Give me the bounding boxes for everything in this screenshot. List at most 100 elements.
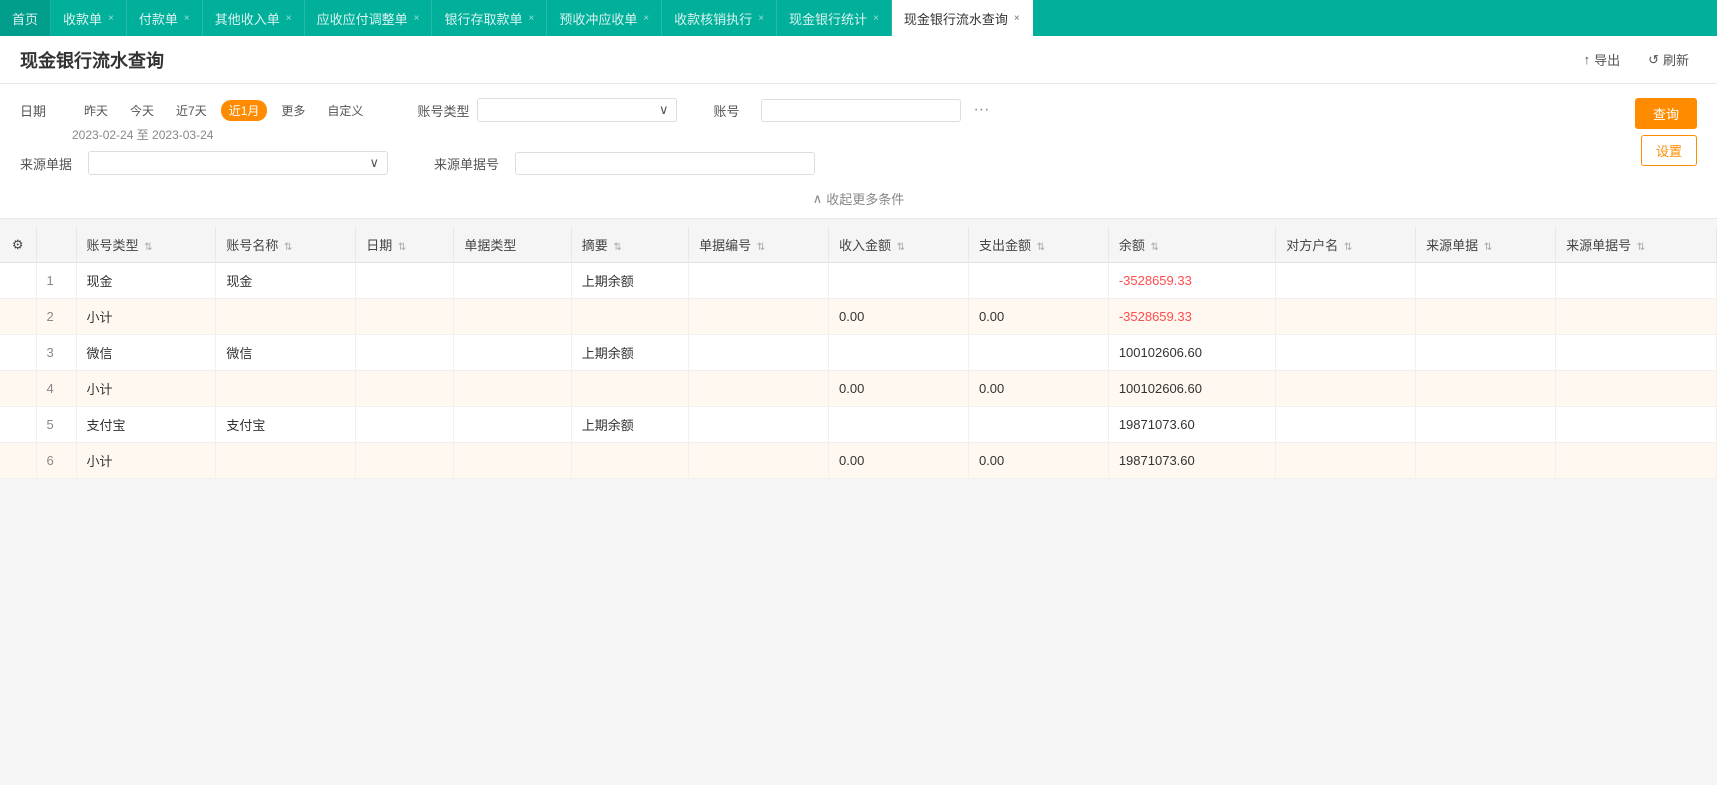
gear-cell: [0, 335, 36, 371]
expense-cell: 0.00: [968, 443, 1108, 479]
close-tab-icon[interactable]: ×: [873, 13, 879, 24]
filter-row-1: 日期 昨天今天近7天近1月更多自定义 账号类型 ∨ 账号 ···: [20, 98, 1615, 122]
export-button[interactable]: ↑ 导出: [1576, 46, 1629, 73]
account-type-select[interactable]: ∨: [477, 98, 677, 122]
nav-tab-预收冲应收单[interactable]: 预收冲应收单×: [547, 0, 662, 36]
source-doc-num-cell: [1556, 407, 1717, 443]
summary-cell: [571, 371, 688, 407]
close-tab-icon[interactable]: ×: [528, 13, 534, 24]
nav-tab-收款单[interactable]: 收款单×: [51, 0, 127, 36]
account-dots-icon[interactable]: ···: [973, 101, 989, 119]
date-option-近1月[interactable]: 近1月: [221, 100, 268, 121]
num-cell: 4: [36, 371, 76, 407]
date-cell: [356, 335, 454, 371]
account-type-cell: 小计: [76, 443, 216, 479]
close-tab-icon[interactable]: ×: [414, 13, 420, 24]
collapse-bar[interactable]: ∧ 收起更多条件: [20, 189, 1697, 208]
nav-tab-银行存取款单[interactable]: 银行存取款单×: [432, 0, 547, 36]
account-name-cell: [216, 443, 356, 479]
account-label: 账号: [713, 101, 753, 120]
balance-cell: 100102606.60: [1108, 335, 1275, 371]
col-date-header[interactable]: 日期 ⇅: [356, 227, 454, 263]
doc-type-cell: [454, 407, 571, 443]
date-cell: [356, 299, 454, 335]
sort-icon: ⇅: [897, 242, 905, 253]
collapse-up-icon: ∧: [813, 191, 823, 207]
close-tab-icon[interactable]: ×: [108, 13, 114, 24]
source-doc-num-cell: [1556, 371, 1717, 407]
balance-cell: -3528659.33: [1108, 299, 1275, 335]
nav-tab-付款单[interactable]: 付款单×: [127, 0, 203, 36]
table-row: 2小计0.000.00-3528659.33: [0, 299, 1717, 335]
refresh-button[interactable]: ↺ 刷新: [1640, 46, 1697, 73]
sort-icon: ⇅: [1637, 242, 1645, 253]
source-doc-num-input[interactable]: [515, 152, 815, 175]
nav-tab-现金银行流水查询[interactable]: 现金银行流水查询×: [892, 0, 1033, 36]
col-summary-header[interactable]: 摘要 ⇅: [571, 227, 688, 263]
source-doc-cell: [1416, 263, 1556, 299]
nav-tab-其他收入单[interactable]: 其他收入单×: [203, 0, 305, 36]
col-counterpart-header[interactable]: 对方户名 ⇅: [1276, 227, 1416, 263]
close-tab-icon[interactable]: ×: [184, 13, 190, 24]
gear-cell: [0, 443, 36, 479]
balance-cell: -3528659.33: [1108, 263, 1275, 299]
top-navigation: 首页收款单×付款单×其他收入单×应收应付调整单×银行存取款单×预收冲应收单×收款…: [0, 0, 1717, 36]
nav-tab-现金银行统计[interactable]: 现金银行统计×: [777, 0, 892, 36]
col-source-doc-num-header[interactable]: 来源单据号 ⇅: [1556, 227, 1717, 263]
refresh-icon: ↺: [1648, 52, 1659, 68]
table-row: 4小计0.000.00100102606.60: [0, 371, 1717, 407]
data-table: ⚙ 账号类型 ⇅ 账号名称 ⇅ 日期 ⇅ 单据类型 摘要 ⇅ 单据编号 ⇅ 收入…: [0, 227, 1717, 479]
date-option-今天[interactable]: 今天: [122, 100, 162, 121]
col-gear-header[interactable]: ⚙: [0, 227, 36, 263]
source-doc-label: 来源单据: [20, 154, 72, 173]
date-option-自定义[interactable]: 自定义: [319, 100, 371, 121]
close-tab-icon[interactable]: ×: [286, 13, 292, 24]
page-title: 现金银行流水查询: [20, 47, 164, 73]
date-option-近7天[interactable]: 近7天: [168, 100, 215, 121]
col-doc-num-header[interactable]: 单据编号 ⇅: [689, 227, 829, 263]
income-cell: [829, 335, 969, 371]
date-range-display: 2023-02-24 至 2023-03-24: [72, 128, 213, 142]
account-type-cell: 小计: [76, 299, 216, 335]
gear-cell: [0, 299, 36, 335]
close-tab-icon[interactable]: ×: [758, 13, 764, 24]
source-doc-cell: [1416, 335, 1556, 371]
num-cell: 2: [36, 299, 76, 335]
doc-type-cell: [454, 299, 571, 335]
query-button[interactable]: 查询: [1635, 98, 1697, 129]
source-doc-cell: [1416, 299, 1556, 335]
col-income-header[interactable]: 收入金额 ⇅: [829, 227, 969, 263]
col-source-doc-header[interactable]: 来源单据 ⇅: [1416, 227, 1556, 263]
col-expense-header[interactable]: 支出金额 ⇅: [968, 227, 1108, 263]
source-doc-num-cell: [1556, 263, 1717, 299]
col-account-name-header[interactable]: 账号名称 ⇅: [216, 227, 356, 263]
col-account-type-header[interactable]: 账号类型 ⇅: [76, 227, 216, 263]
settings-button[interactable]: 设置: [1641, 135, 1697, 166]
source-doc-num-cell: [1556, 299, 1717, 335]
account-input[interactable]: [761, 99, 961, 122]
account-type-cell: 微信: [76, 335, 216, 371]
counterpart-cell: [1276, 407, 1416, 443]
close-tab-icon[interactable]: ×: [1014, 13, 1020, 24]
income-cell: [829, 407, 969, 443]
gear-cell: [0, 263, 36, 299]
col-num-header: [36, 227, 76, 263]
account-type-cell: 支付宝: [76, 407, 216, 443]
account-type-cell: 现金: [76, 263, 216, 299]
date-option-昨天[interactable]: 昨天: [76, 100, 116, 121]
nav-tab-应收应付调整单[interactable]: 应收应付调整单×: [305, 0, 433, 36]
sort-icon: ⇅: [613, 242, 621, 253]
date-label: 日期: [20, 101, 60, 120]
date-option-更多[interactable]: 更多: [273, 100, 313, 121]
nav-tab-首页[interactable]: 首页: [0, 0, 51, 36]
source-doc-num-cell: [1556, 443, 1717, 479]
source-doc-num-label: 来源单据号: [434, 154, 499, 173]
gear-icon[interactable]: ⚙: [12, 237, 24, 252]
col-balance-header[interactable]: 余额 ⇅: [1108, 227, 1275, 263]
summary-cell: 上期余额: [571, 263, 688, 299]
sort-icon: ⇅: [757, 242, 765, 253]
source-doc-select[interactable]: ∨: [88, 151, 388, 175]
table-row: 5支付宝支付宝上期余额19871073.60: [0, 407, 1717, 443]
close-tab-icon[interactable]: ×: [643, 13, 649, 24]
nav-tab-收款核销执行[interactable]: 收款核销执行×: [662, 0, 777, 36]
